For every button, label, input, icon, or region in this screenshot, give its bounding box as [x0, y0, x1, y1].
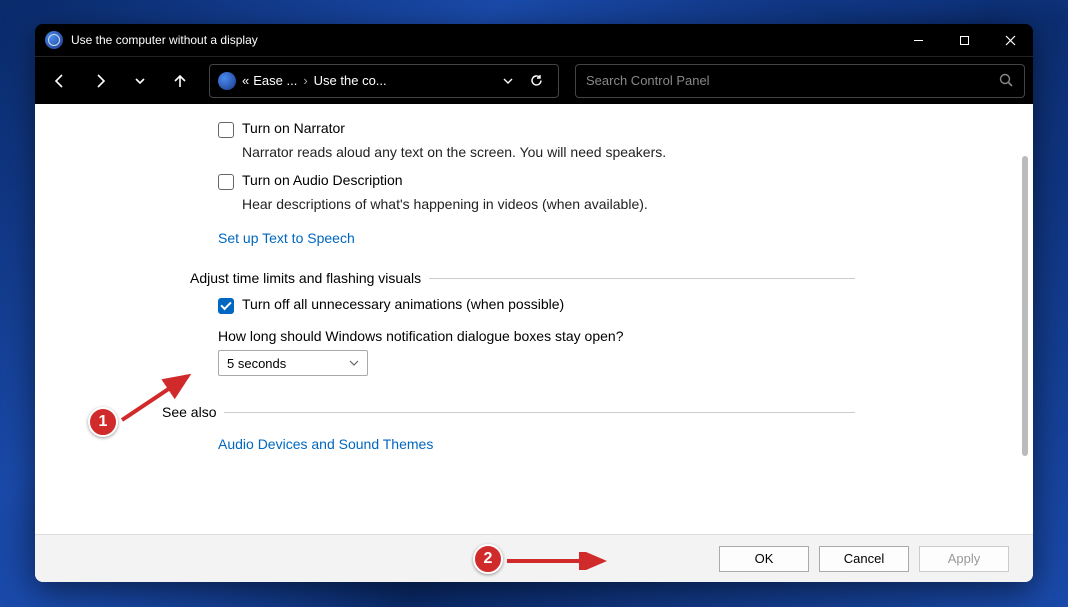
- forward-button[interactable]: [83, 64, 117, 98]
- annotation-arrow-1: [118, 368, 196, 424]
- narrator-checkbox[interactable]: [218, 122, 234, 138]
- scrollbar-thumb[interactable]: [1022, 156, 1028, 456]
- turn-off-animations-checkbox[interactable]: [218, 298, 234, 314]
- search-icon[interactable]: [999, 73, 1014, 88]
- apply-button: Apply: [919, 546, 1009, 572]
- audio-description-checkbox[interactable]: [218, 174, 234, 190]
- navbar: « Ease ... › Use the co...: [35, 56, 1033, 104]
- history-dropdown-button[interactable]: [494, 75, 522, 87]
- text-to-speech-link[interactable]: Set up Text to Speech: [218, 230, 355, 246]
- notification-duration-label: How long should Windows notification dia…: [218, 328, 827, 344]
- address-bar[interactable]: « Ease ... › Use the co...: [209, 64, 559, 98]
- recent-locations-button[interactable]: [123, 64, 157, 98]
- annotation-badge-1: 1: [88, 407, 118, 437]
- turn-off-animations-label[interactable]: Turn off all unnecessary animations (whe…: [242, 296, 564, 312]
- up-button[interactable]: [163, 64, 197, 98]
- audio-description-label[interactable]: Turn on Audio Description: [242, 172, 403, 188]
- crumb-usethecomputer[interactable]: Use the co...: [314, 73, 387, 88]
- notification-duration-dropdown[interactable]: 5 seconds: [218, 350, 368, 376]
- window-title: Use the computer without a display: [71, 33, 258, 47]
- minimize-button[interactable]: [895, 24, 941, 56]
- vertical-scrollbar[interactable]: [1019, 104, 1031, 534]
- control-panel-window: Use the computer without a display « Eas…: [35, 24, 1033, 582]
- section-see-also: See also: [162, 404, 855, 420]
- titlebar: Use the computer without a display: [35, 24, 1033, 56]
- search-input[interactable]: [586, 73, 999, 88]
- chevron-down-icon: [349, 358, 359, 368]
- chevron-right-icon: ›: [303, 73, 307, 88]
- section-time-limits: Adjust time limits and flashing visuals: [190, 270, 855, 286]
- back-button[interactable]: [43, 64, 77, 98]
- audio-devices-link[interactable]: Audio Devices and Sound Themes: [218, 436, 433, 452]
- crumb-ease[interactable]: Ease ...: [253, 73, 297, 88]
- narrator-label[interactable]: Turn on Narrator: [242, 120, 345, 136]
- maximize-button[interactable]: [941, 24, 987, 56]
- annotation-badge-2: 2: [473, 544, 503, 574]
- refresh-button[interactable]: [522, 73, 550, 88]
- annotation-arrow-2: [503, 552, 613, 570]
- content-area: Turn on Narrator Narrator reads aloud an…: [35, 104, 1033, 582]
- ok-button[interactable]: OK: [719, 546, 809, 572]
- ease-of-access-icon: [45, 31, 63, 49]
- audio-description-desc: Hear descriptions of what's happening in…: [242, 196, 827, 212]
- location-icon: [218, 72, 236, 90]
- cancel-button[interactable]: Cancel: [819, 546, 909, 572]
- narrator-desc: Narrator reads aloud any text on the scr…: [242, 144, 827, 160]
- search-bar[interactable]: [575, 64, 1025, 98]
- close-button[interactable]: [987, 24, 1033, 56]
